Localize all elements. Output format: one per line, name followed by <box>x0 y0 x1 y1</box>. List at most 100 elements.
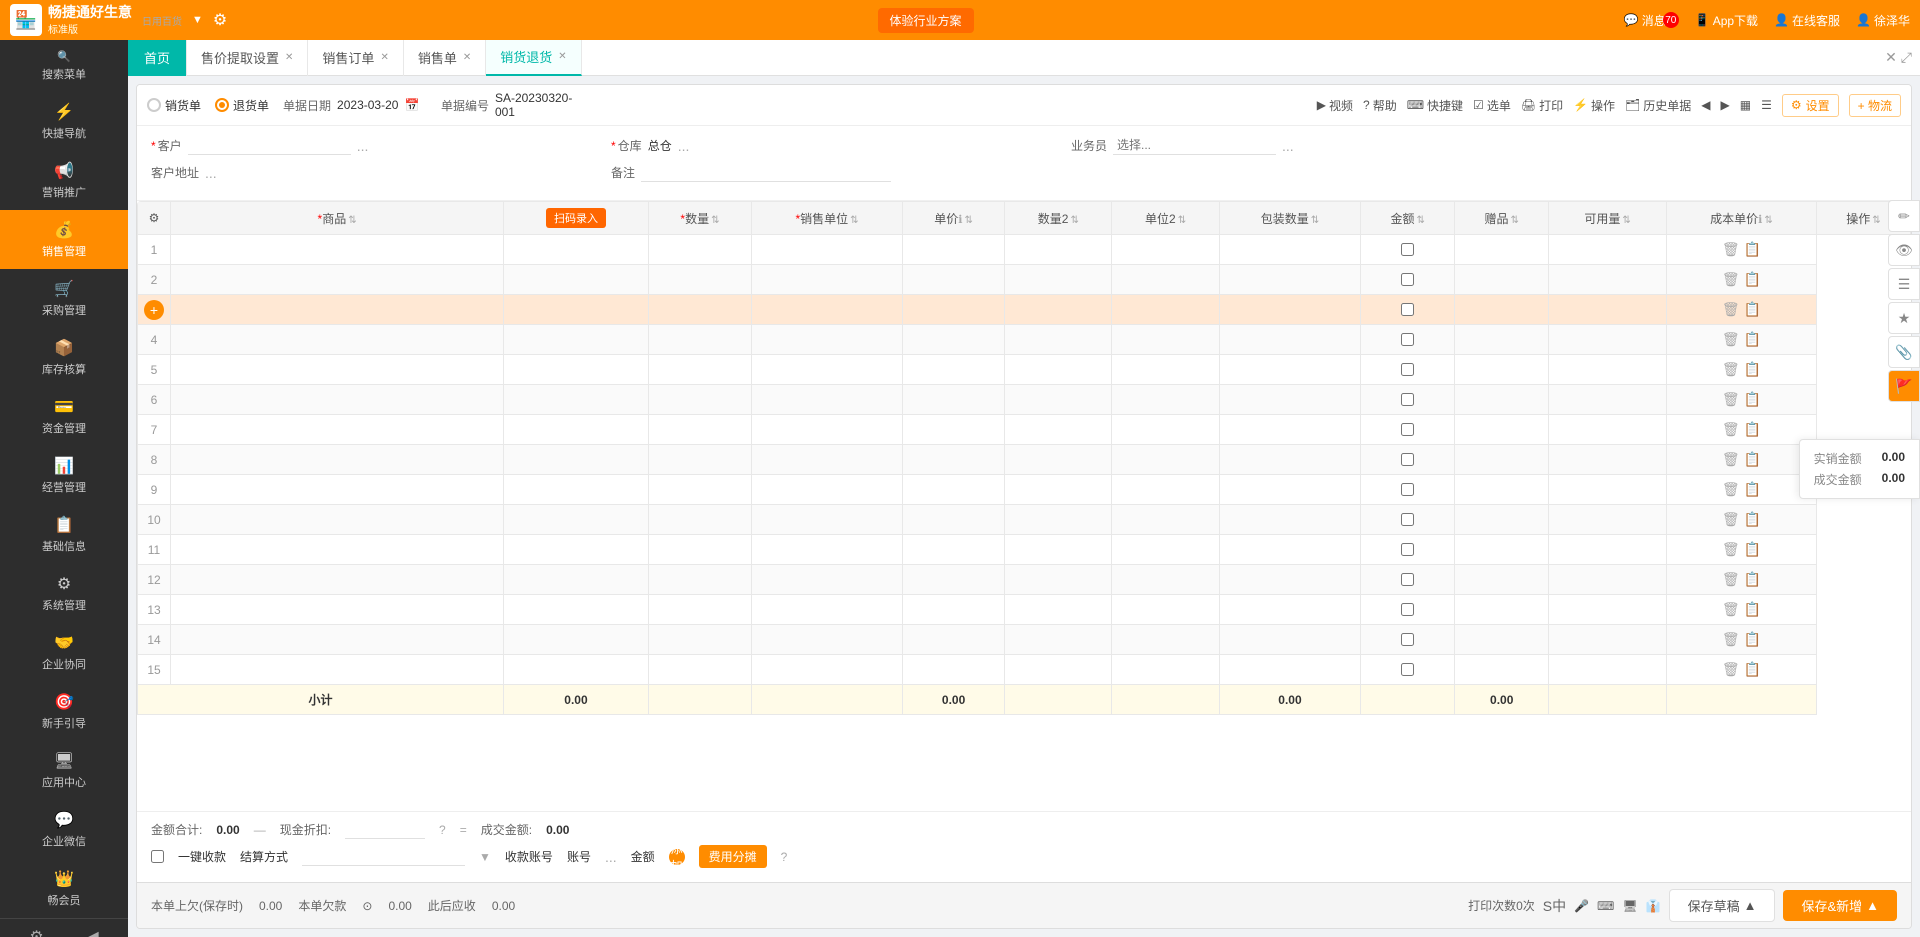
cell-pack-13[interactable] <box>1112 595 1219 625</box>
cell-available-8[interactable] <box>1455 445 1549 475</box>
cell-qty-13[interactable] <box>504 595 649 625</box>
cell-available-7[interactable] <box>1455 415 1549 445</box>
ime-icon[interactable]: S中 <box>1543 896 1566 916</box>
cell-pack-6[interactable] <box>1112 385 1219 415</box>
cell-qty2-14[interactable] <box>902 625 1004 655</box>
app-download-item[interactable]: 📱 App下载 <box>1695 12 1758 29</box>
cell-gift-13[interactable] <box>1361 595 1455 625</box>
cell-gift-5[interactable] <box>1361 355 1455 385</box>
tab-close-sale_price[interactable]: ✕ <box>285 52 293 63</box>
copy-icon-2[interactable]: 📋 <box>1744 271 1761 288</box>
cell-actions-1[interactable]: 🗑 📋 <box>1667 235 1817 265</box>
account-dots[interactable]: ... <box>605 849 617 865</box>
side-icon-eye[interactable]: 👁 <box>1888 234 1920 266</box>
cell-pack-2[interactable] <box>1112 265 1219 295</box>
warehouse-dots[interactable]: ... <box>678 138 690 154</box>
gift-checkbox-6[interactable] <box>1401 393 1414 406</box>
cell-gift-7[interactable] <box>1361 415 1455 445</box>
cell-pack-3[interactable] <box>1112 295 1219 325</box>
info-icon-cost_price[interactable]: ℹ <box>1758 214 1762 226</box>
gift-checkbox-5[interactable] <box>1401 363 1414 376</box>
cell-unit-11[interactable] <box>648 535 751 565</box>
cell-pack-15[interactable] <box>1112 655 1219 685</box>
experience-btn[interactable]: 体验行业方案 <box>878 8 974 33</box>
cell-unit-15[interactable] <box>648 655 751 685</box>
product-input-6[interactable] <box>177 393 497 407</box>
cell-qty2-11[interactable] <box>902 535 1004 565</box>
gift-checkbox-11[interactable] <box>1401 543 1414 556</box>
side-icon-star[interactable]: ★ <box>1888 302 1920 334</box>
cell-unit-7[interactable] <box>648 415 751 445</box>
cell-pack-14[interactable] <box>1112 625 1219 655</box>
cell-amount-12[interactable] <box>1219 565 1361 595</box>
product-input-5[interactable] <box>177 363 497 377</box>
cell-unit2-12[interactable] <box>1005 565 1112 595</box>
cell-unit2-10[interactable] <box>1005 505 1112 535</box>
sort-icon-unit2[interactable]: ⇅ <box>1178 215 1186 226</box>
cell-gift-4[interactable] <box>1361 325 1455 355</box>
copy-icon-6[interactable]: 📋 <box>1744 391 1761 408</box>
product-input-10[interactable] <box>177 513 497 527</box>
cell-actions-5[interactable]: 🗑 📋 <box>1667 355 1817 385</box>
delete-icon-3[interactable]: 🗑 <box>1722 301 1740 318</box>
cell-qty2-4[interactable] <box>902 325 1004 355</box>
cell-product-10[interactable] <box>171 505 504 535</box>
delete-icon-9[interactable]: 🗑 <box>1722 481 1740 498</box>
cell-product-6[interactable] <box>171 385 504 415</box>
cell-qty2-12[interactable] <box>902 565 1004 595</box>
cell-price-14[interactable] <box>752 625 903 655</box>
cell-available-15[interactable] <box>1455 655 1549 685</box>
cell-available-13[interactable] <box>1455 595 1549 625</box>
video-btn[interactable]: ▶ 视频 <box>1317 97 1353 114</box>
cell-cost-2[interactable] <box>1549 265 1667 295</box>
cell-price-12[interactable] <box>752 565 903 595</box>
sidebar-search[interactable]: 🔍 搜索菜单 <box>0 40 128 92</box>
cell-actions-15[interactable]: 🗑 📋 <box>1667 655 1817 685</box>
product-input-15[interactable] <box>177 663 497 677</box>
cell-unit-8[interactable] <box>648 445 751 475</box>
copy-icon-13[interactable]: 📋 <box>1744 601 1761 618</box>
select-btn[interactable]: ☑ 选单 <box>1473 97 1511 114</box>
cell-cost-14[interactable] <box>1549 625 1667 655</box>
gift-checkbox-2[interactable] <box>1401 273 1414 286</box>
cell-cost-10[interactable] <box>1549 505 1667 535</box>
cell-unit-12[interactable] <box>648 565 751 595</box>
sidebar-item-inventory[interactable]: 📦库存核算 <box>0 328 128 387</box>
cell-actions-9[interactable]: 🗑 📋 <box>1667 475 1817 505</box>
history-btn[interactable]: 🗂 历史单据 <box>1625 97 1691 114</box>
salesman-dots[interactable]: ... <box>1282 138 1294 154</box>
cell-qty-2[interactable] <box>504 265 649 295</box>
cell-available-12[interactable] <box>1455 565 1549 595</box>
cell-product-14[interactable] <box>171 625 504 655</box>
save-new-btn[interactable]: 保存&新增 ▲ <box>1783 890 1897 921</box>
delete-icon-2[interactable]: 🗑 <box>1722 271 1740 288</box>
address-dots[interactable]: ... <box>205 165 217 181</box>
cell-gift-10[interactable] <box>1361 505 1455 535</box>
cell-available-6[interactable] <box>1455 385 1549 415</box>
cell-qty2-7[interactable] <box>902 415 1004 445</box>
sort-icon-gift[interactable]: ⇅ <box>1511 215 1519 226</box>
cell-unit2-6[interactable] <box>1005 385 1112 415</box>
product-input-13[interactable] <box>177 603 497 617</box>
info-icon-unit_price[interactable]: ℹ <box>958 214 962 226</box>
sidebar-item-app_center[interactable]: 🖥应用中心 <box>0 741 128 800</box>
cell-cost-1[interactable] <box>1549 235 1667 265</box>
cell-product-15[interactable] <box>171 655 504 685</box>
cell-product-13[interactable] <box>171 595 504 625</box>
customer-input[interactable] <box>188 136 351 155</box>
product-input-1[interactable] <box>177 243 497 257</box>
settings-btn[interactable]: ⚙ 设置 <box>1782 94 1839 117</box>
cell-cost-6[interactable] <box>1549 385 1667 415</box>
cell-qty-11[interactable] <box>504 535 649 565</box>
cell-actions-12[interactable]: 🗑 📋 <box>1667 565 1817 595</box>
cell-product-1[interactable] <box>171 235 504 265</box>
cell-product-3[interactable] <box>171 295 504 325</box>
cell-qty2-2[interactable] <box>902 265 1004 295</box>
cell-product-12[interactable] <box>171 565 504 595</box>
cell-unit-6[interactable] <box>648 385 751 415</box>
prev-btn[interactable]: ◀ <box>1701 98 1710 112</box>
cell-product-2[interactable] <box>171 265 504 295</box>
tab-sale_goods[interactable]: 销售单✕ <box>404 40 486 76</box>
gift-checkbox-12[interactable] <box>1401 573 1414 586</box>
grid-view-btn[interactable]: ▦ <box>1740 98 1751 112</box>
